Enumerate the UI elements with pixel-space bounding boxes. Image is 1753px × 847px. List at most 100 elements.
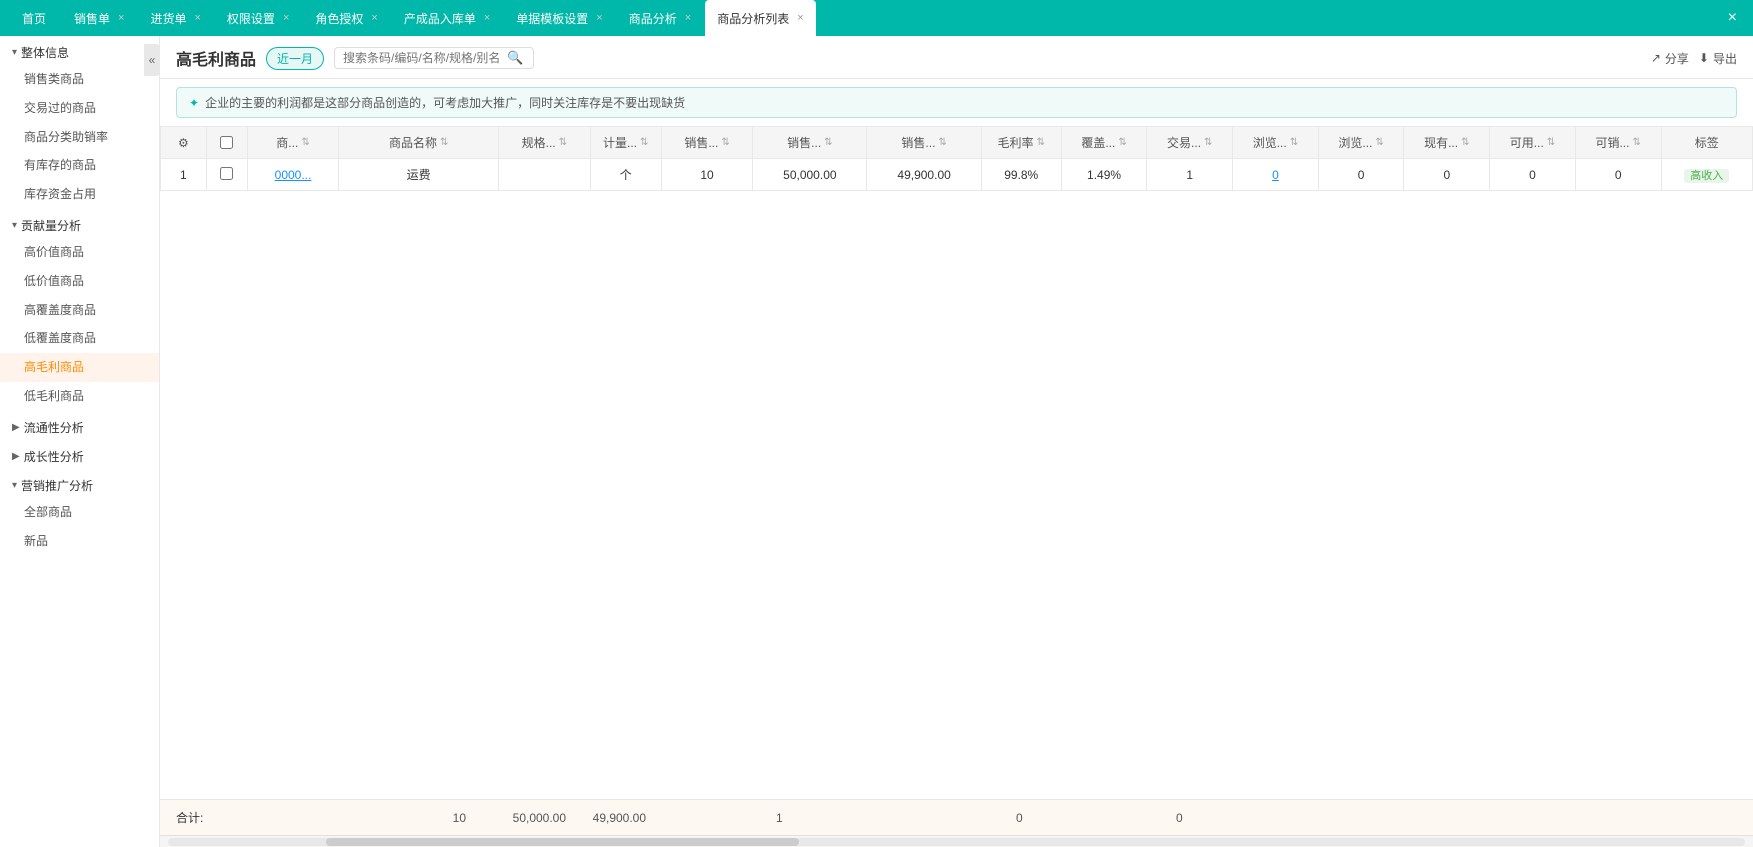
row-unit: 个: [590, 159, 661, 191]
sidebar-item-high-coverage[interactable]: 高覆盖度商品: [0, 296, 159, 325]
col-spec[interactable]: 规格... ⇅: [499, 127, 590, 159]
sidebar-item-low-margin[interactable]: 低毛利商品: [0, 382, 159, 411]
col-sales-qty[interactable]: 销售... ⇅: [661, 127, 752, 159]
sidebar-item-high-value[interactable]: 高价值商品: [0, 238, 159, 267]
col-checkbox[interactable]: [206, 127, 247, 159]
col-coverage[interactable]: 覆盖... ⇅: [1061, 127, 1147, 159]
footer-transactions: 1: [739, 811, 819, 825]
export-button[interactable]: ⬇ 导出: [1699, 50, 1737, 67]
sidebar-section-growth[interactable]: ▶ 成长性分析: [0, 440, 159, 469]
sidebar-item-low-value[interactable]: 低价值商品: [0, 267, 159, 296]
row-available: 0: [1490, 159, 1576, 191]
row-tag: 高收入: [1661, 159, 1752, 191]
sidebar-section-marketing[interactable]: ▾ 营销推广分析: [0, 469, 159, 498]
col-transactions[interactable]: 交易... ⇅: [1147, 127, 1233, 159]
export-icon: ⬇: [1699, 51, 1709, 65]
sidebar-item-category-assist[interactable]: 商品分类助销率: [0, 123, 159, 152]
close-product-analysis-tab[interactable]: ×: [685, 12, 691, 24]
sidebar-item-inventory-capital[interactable]: 库存资金占用: [0, 180, 159, 209]
close-finished-goods-tab[interactable]: ×: [484, 12, 490, 24]
col-name[interactable]: 商品名称 ⇅: [339, 127, 499, 159]
col-sales-profit[interactable]: 销售... ⇅: [867, 127, 981, 159]
top-nav: 首页 销售单 × 进货单 × 权限设置 × 角色授权 × 产成品入库单 × 单据…: [0, 0, 1753, 36]
sort-current-stock-icon: ⇅: [1461, 137, 1469, 148]
filter-recent-month[interactable]: 近一月: [266, 47, 324, 70]
footer-sellable: 0: [1139, 811, 1219, 825]
row-sales-profit: 49,900.00: [867, 159, 981, 191]
sidebar-collapse-btn[interactable]: «: [144, 44, 160, 76]
col-settings[interactable]: ⚙: [161, 127, 207, 159]
col-unit[interactable]: 计量... ⇅: [590, 127, 661, 159]
nav-tab-roles[interactable]: 角色授权 ×: [303, 0, 389, 36]
sidebar-item-low-coverage[interactable]: 低覆盖度商品: [0, 324, 159, 353]
row-browse2: 0: [1318, 159, 1404, 191]
sidebar-item-sales-goods[interactable]: 销售类商品: [0, 65, 159, 94]
close-product-analysis-list-tab[interactable]: ×: [797, 12, 803, 24]
nav-tab-purchase[interactable]: 进货单 ×: [138, 0, 212, 36]
table-row: 1 0000... 运费 个 10 50,000.00 49,900.00 99…: [161, 159, 1753, 191]
row-coverage: 1.49%: [1061, 159, 1147, 191]
info-banner: ✦ 企业的主要的利润都是这部分商品创造的，可考虑加大推广，同时关注库存是不要出现…: [176, 87, 1737, 118]
footer-sales-profit: 49,900.00: [579, 811, 659, 825]
nav-tab-product-analysis[interactable]: 商品分析 ×: [617, 0, 703, 36]
sidebar-item-traded-goods[interactable]: 交易过的商品: [0, 94, 159, 123]
sort-available-icon: ⇅: [1547, 137, 1555, 148]
row-select-checkbox[interactable]: [220, 167, 233, 180]
sidebar: « ▾ 整体信息 销售类商品 交易过的商品 商品分类助销率 有库存的商品 库存资…: [0, 36, 160, 847]
scrollbar-thumb[interactable]: [326, 838, 799, 846]
nav-tab-permissions[interactable]: 权限设置 ×: [215, 0, 301, 36]
col-browse2[interactable]: 浏览... ⇅: [1318, 127, 1404, 159]
nav-home[interactable]: 首页: [8, 0, 60, 36]
close-all-tabs[interactable]: ×: [1720, 9, 1745, 27]
sort-sellable-icon: ⇅: [1632, 137, 1640, 148]
sort-transactions-icon: ⇅: [1204, 137, 1212, 148]
tag-badge: 高收入: [1684, 169, 1729, 183]
content-area: 高毛利商品 近一月 🔍 ↗ 分享 ⬇ 导出 ✦ 企业的主要的利润都是这部分商品创…: [160, 36, 1753, 847]
col-current-stock[interactable]: 现有... ⇅: [1404, 127, 1490, 159]
arrow-growth: ▶: [12, 451, 20, 462]
share-button[interactable]: ↗ 分享: [1651, 50, 1689, 67]
row-browse1[interactable]: 0: [1233, 159, 1319, 191]
select-all-checkbox[interactable]: [220, 136, 233, 149]
row-checkbox[interactable]: [206, 159, 247, 191]
nav-tab-sales[interactable]: 销售单 ×: [62, 0, 136, 36]
close-sales-tab[interactable]: ×: [118, 12, 124, 24]
col-sales-amount[interactable]: 销售... ⇅: [753, 127, 867, 159]
sidebar-item-in-stock-goods[interactable]: 有库存的商品: [0, 151, 159, 180]
sort-browse1-icon: ⇅: [1290, 137, 1298, 148]
nav-home-label: 首页: [22, 10, 46, 27]
nav-tab-product-analysis-list[interactable]: 商品分析列表 ×: [705, 0, 815, 36]
row-transactions: 1: [1147, 159, 1233, 191]
col-gross-margin[interactable]: 毛利率 ⇅: [981, 127, 1061, 159]
close-roles-tab[interactable]: ×: [371, 12, 377, 24]
col-browse1[interactable]: 浏览... ⇅: [1233, 127, 1319, 159]
sidebar-item-high-margin[interactable]: 高毛利商品: [0, 353, 159, 382]
sidebar-section-liquidity[interactable]: ▶ 流通性分析: [0, 411, 159, 440]
row-sellable: 0: [1575, 159, 1661, 191]
sidebar-item-new-goods[interactable]: 新品: [0, 527, 159, 556]
close-permissions-tab[interactable]: ×: [283, 12, 289, 24]
browse1-link[interactable]: 0: [1272, 168, 1279, 182]
nav-tab-templates[interactable]: 单据模板设置 ×: [504, 0, 614, 36]
col-sellable[interactable]: 可销... ⇅: [1575, 127, 1661, 159]
search-input[interactable]: [343, 51, 503, 65]
col-code[interactable]: 商... ⇅: [247, 127, 338, 159]
sidebar-section-contribution[interactable]: ▾ 贡献量分析: [0, 209, 159, 238]
col-tag[interactable]: 标签: [1661, 127, 1752, 159]
close-templates-tab[interactable]: ×: [596, 12, 602, 24]
sidebar-section-overall[interactable]: ▾ 整体信息: [0, 36, 159, 65]
product-table: ⚙ 商... ⇅ 商品名称: [160, 126, 1753, 191]
nav-tab-finished-goods[interactable]: 产成品入库单 ×: [392, 0, 502, 36]
main-layout: « ▾ 整体信息 销售类商品 交易过的商品 商品分类助销率 有库存的商品 库存资…: [0, 36, 1753, 847]
row-spec: [499, 159, 590, 191]
search-icon[interactable]: 🔍: [507, 50, 523, 66]
sidebar-item-all-goods[interactable]: 全部商品: [0, 498, 159, 527]
table-wrapper[interactable]: ⚙ 商... ⇅ 商品名称: [160, 126, 1753, 799]
row-name: 运费: [339, 159, 499, 191]
close-purchase-tab[interactable]: ×: [194, 12, 200, 24]
col-available[interactable]: 可用... ⇅: [1490, 127, 1576, 159]
sort-name-icon: ⇅: [440, 137, 448, 148]
sort-browse2-icon: ⇅: [1375, 137, 1383, 148]
bottom-scrollbar[interactable]: [160, 835, 1753, 847]
row-code[interactable]: 0000...: [247, 159, 338, 191]
